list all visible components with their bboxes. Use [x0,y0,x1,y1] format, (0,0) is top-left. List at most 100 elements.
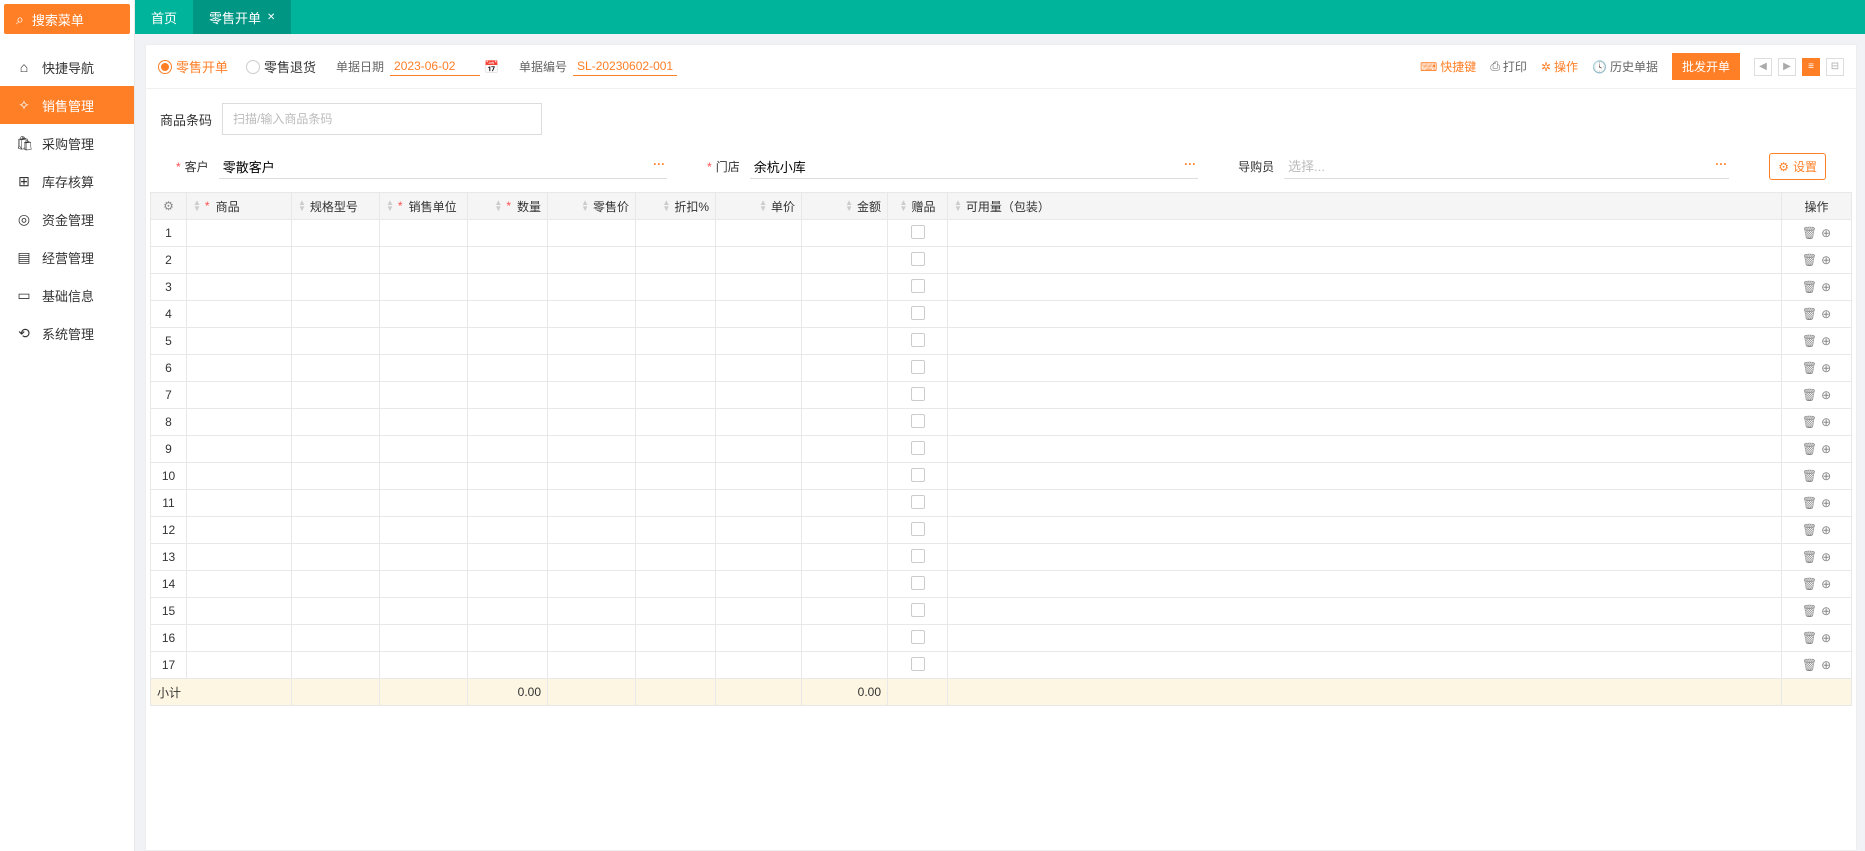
delete-icon[interactable]: 🗑 [1802,604,1817,618]
barcode-input[interactable] [222,103,542,135]
delete-icon[interactable]: 🗑 [1802,523,1817,537]
print-action[interactable]: ⎙打印 [1490,58,1527,75]
list-view-icon[interactable]: ≡ [1802,58,1820,76]
add-row-icon[interactable]: ⊕ [1821,361,1831,375]
close-icon[interactable]: ✕ [267,12,275,23]
ellipsis-icon[interactable]: ··· [1184,157,1196,171]
calendar-icon[interactable]: 📅 [484,60,499,74]
table-row[interactable]: 5🗑⊕ [151,328,1852,355]
table-row[interactable]: 16🗑⊕ [151,625,1852,652]
store-input[interactable] [750,155,1198,179]
next-icon[interactable]: ▶ [1778,58,1796,76]
col-unit[interactable]: ▲▼*销售单位 [380,193,468,220]
col-qty[interactable]: ▲▼*数量 [468,193,548,220]
col-product[interactable]: ▲▼*商品 [187,193,292,220]
delete-icon[interactable]: 🗑 [1802,550,1817,564]
gift-checkbox[interactable] [911,576,925,590]
gift-checkbox[interactable] [911,279,925,293]
table-row[interactable]: 12🗑⊕ [151,517,1852,544]
search-menu-button[interactable]: ⌕ 搜索菜单 [4,4,130,34]
delete-icon[interactable]: 🗑 [1802,280,1817,294]
gift-checkbox[interactable] [911,441,925,455]
table-row[interactable]: 3🗑⊕ [151,274,1852,301]
gift-checkbox[interactable] [911,495,925,509]
table-row[interactable]: 9🗑⊕ [151,436,1852,463]
add-row-icon[interactable]: ⊕ [1821,496,1831,510]
operate-action[interactable]: ✲操作 [1541,58,1578,75]
menu-business[interactable]: ▤经营管理 [0,238,134,276]
table-row[interactable]: 7🗑⊕ [151,382,1852,409]
add-row-icon[interactable]: ⊕ [1821,523,1831,537]
menu-purchase[interactable]: 🛍采购管理 [0,124,134,162]
gift-checkbox[interactable] [911,657,925,671]
delete-icon[interactable]: 🗑 [1802,415,1817,429]
table-row[interactable]: 6🗑⊕ [151,355,1852,382]
table-row[interactable]: 14🗑⊕ [151,571,1852,598]
add-row-icon[interactable]: ⊕ [1821,388,1831,402]
radio-retail-order[interactable]: 零售开单 [158,57,228,76]
prev-icon[interactable]: ◀ [1754,58,1772,76]
detail-view-icon[interactable]: ⊟ [1826,58,1844,76]
table-row[interactable]: 15🗑⊕ [151,598,1852,625]
table-row[interactable]: 11🗑⊕ [151,490,1852,517]
add-row-icon[interactable]: ⊕ [1821,415,1831,429]
gift-checkbox[interactable] [911,630,925,644]
col-available[interactable]: ▲▼可用量（包装） [948,193,1782,220]
delete-icon[interactable]: 🗑 [1802,442,1817,456]
menu-funds[interactable]: ◎资金管理 [0,200,134,238]
add-row-icon[interactable]: ⊕ [1821,280,1831,294]
table-row[interactable]: 4🗑⊕ [151,301,1852,328]
gift-checkbox[interactable] [911,468,925,482]
delete-icon[interactable]: 🗑 [1802,631,1817,645]
gift-checkbox[interactable] [911,360,925,374]
gift-checkbox[interactable] [911,252,925,266]
delete-icon[interactable]: 🗑 [1802,496,1817,510]
ellipsis-icon[interactable]: ··· [653,157,665,171]
delete-icon[interactable]: 🗑 [1802,658,1817,672]
radio-retail-return[interactable]: 零售退货 [246,57,316,76]
delete-icon[interactable]: 🗑 [1802,361,1817,375]
add-row-icon[interactable]: ⊕ [1821,253,1831,267]
add-row-icon[interactable]: ⊕ [1821,469,1831,483]
doc-date-field[interactable]: 单据日期 2023-06-02 📅 [336,57,499,76]
table-row[interactable]: 8🗑⊕ [151,409,1852,436]
delete-icon[interactable]: 🗑 [1802,226,1817,240]
col-gear[interactable]: ⚙ [151,193,187,220]
gift-checkbox[interactable] [911,225,925,239]
tab-home[interactable]: 首页 [135,0,193,34]
gift-checkbox[interactable] [911,414,925,428]
col-retail-price[interactable]: ▲▼零售价 [548,193,636,220]
col-price[interactable]: ▲▼单价 [716,193,802,220]
ellipsis-icon[interactable]: ··· [1715,157,1727,171]
delete-icon[interactable]: 🗑 [1802,253,1817,267]
menu-quicknav[interactable]: ⌂快捷导航 [0,48,134,86]
delete-icon[interactable]: 🗑 [1802,307,1817,321]
gift-checkbox[interactable] [911,603,925,617]
delete-icon[interactable]: 🗑 [1802,577,1817,591]
delete-icon[interactable]: 🗑 [1802,388,1817,402]
add-row-icon[interactable]: ⊕ [1821,631,1831,645]
add-row-icon[interactable]: ⊕ [1821,604,1831,618]
table-row[interactable]: 1🗑⊕ [151,220,1852,247]
history-action[interactable]: 🕓历史单据 [1592,58,1658,75]
add-row-icon[interactable]: ⊕ [1821,658,1831,672]
menu-sales[interactable]: ✧销售管理 [0,86,134,124]
guide-input[interactable] [1284,155,1729,179]
gift-checkbox[interactable] [911,549,925,563]
col-discount[interactable]: ▲▼折扣% [636,193,716,220]
menu-system[interactable]: ⟲系统管理 [0,314,134,352]
table-row[interactable]: 13🗑⊕ [151,544,1852,571]
settings-button[interactable]: ⚙设置 [1769,153,1826,180]
batch-order-button[interactable]: 批发开单 [1672,53,1740,80]
delete-icon[interactable]: 🗑 [1802,469,1817,483]
tab-retail-order[interactable]: 零售开单✕ [193,0,291,34]
add-row-icon[interactable]: ⊕ [1821,307,1831,321]
delete-icon[interactable]: 🗑 [1802,334,1817,348]
add-row-icon[interactable]: ⊕ [1821,550,1831,564]
gift-checkbox[interactable] [911,522,925,536]
add-row-icon[interactable]: ⊕ [1821,577,1831,591]
table-row[interactable]: 10🗑⊕ [151,463,1852,490]
table-row[interactable]: 2🗑⊕ [151,247,1852,274]
shortcut-action[interactable]: ⌨快捷键 [1420,58,1476,75]
menu-basic[interactable]: ▭基础信息 [0,276,134,314]
